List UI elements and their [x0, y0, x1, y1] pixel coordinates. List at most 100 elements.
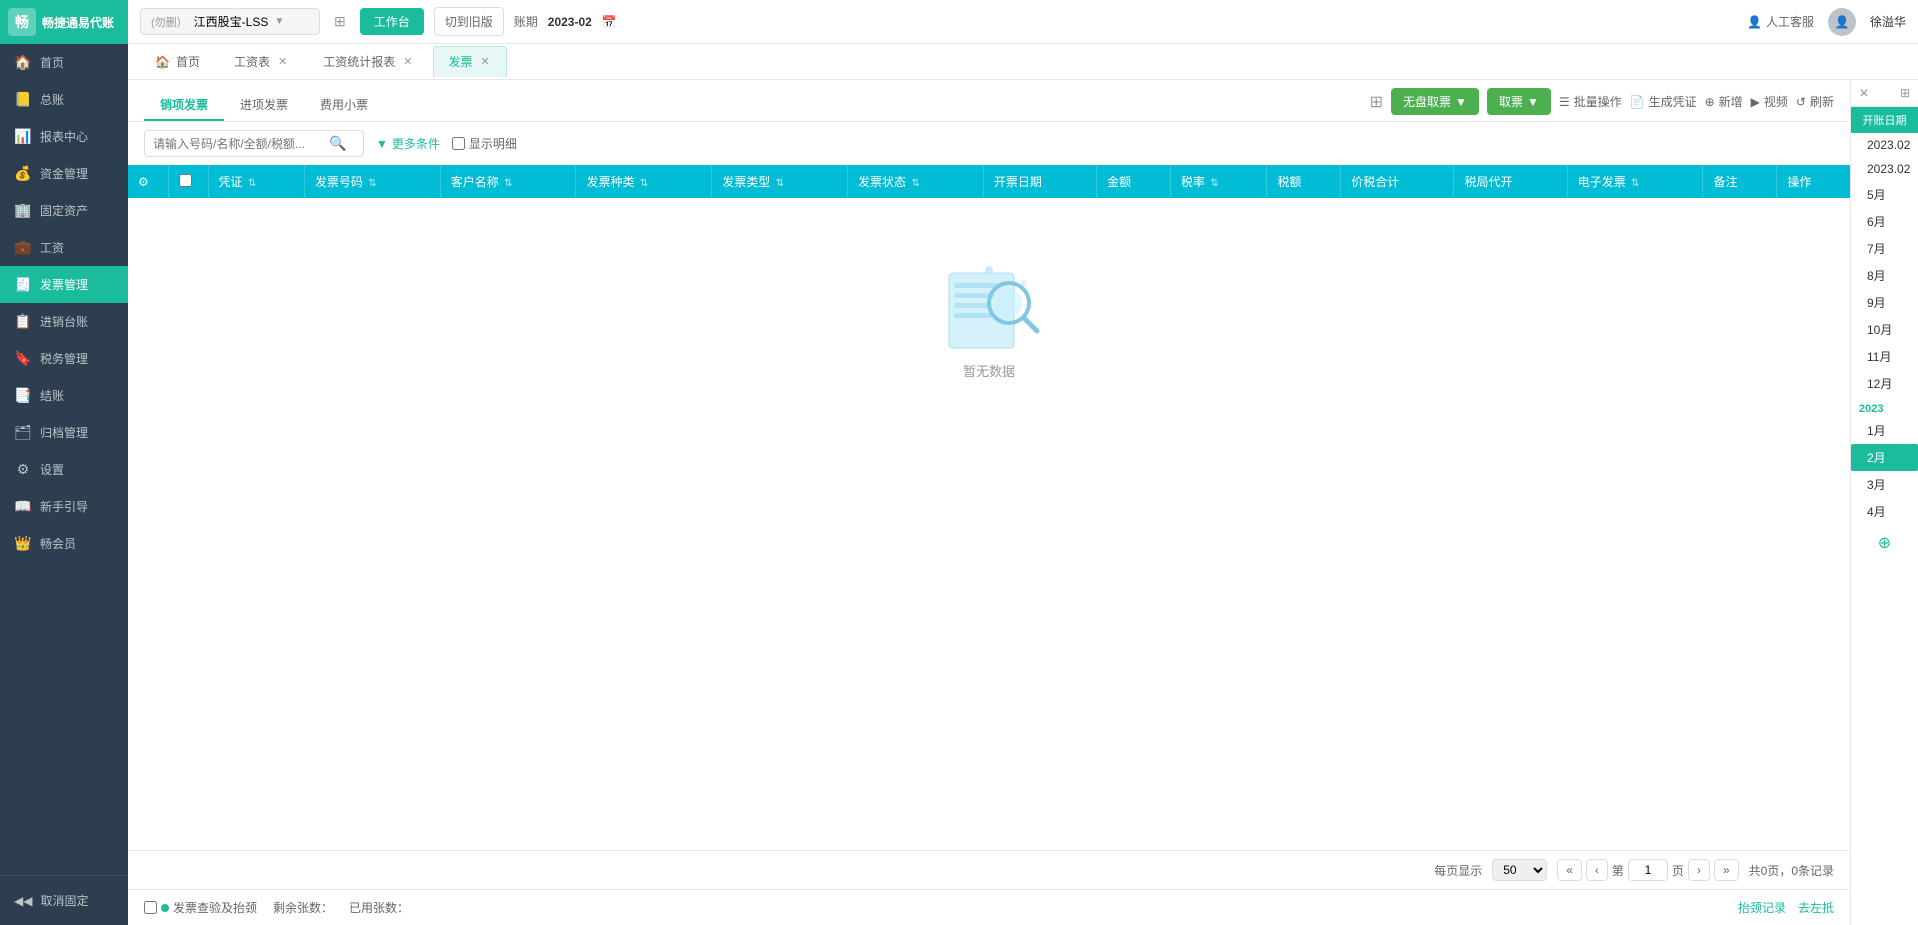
show-detail-input[interactable] — [452, 137, 465, 150]
sidebar-item-invoice-mgmt[interactable]: 🧾 发票管理 — [0, 266, 128, 303]
tab-invoice[interactable]: 发票 ✕ — [433, 46, 506, 77]
video-link[interactable]: ▶ 视频 — [1751, 93, 1788, 110]
date-item-10[interactable]: 10月 — [1851, 316, 1918, 343]
page-size-select[interactable]: 20 50 100 200 — [1492, 859, 1547, 881]
date-item-6[interactable]: 6月 — [1851, 208, 1918, 235]
date-item-2023-02[interactable]: 2023.02 — [1851, 157, 1918, 181]
invoice-no-sort-icon[interactable]: ⇅ — [368, 178, 376, 189]
date-item-2023-02-top[interactable]: 2023.02 — [1851, 133, 1918, 157]
sidebar-item-capital-label: 资金管理 — [40, 165, 88, 182]
period-calendar-icon[interactable]: 📅 — [602, 15, 617, 29]
th-tax-rate[interactable]: 税率 ⇅ — [1170, 165, 1266, 198]
company-selector[interactable]: (勿删） 江西股宝-LSS ▼ — [140, 8, 320, 35]
first-page-button[interactable]: « — [1557, 859, 1582, 881]
subtab-sales[interactable]: 销项发票 — [144, 90, 224, 121]
sidebar-item-home[interactable]: 🏠 首页 — [0, 44, 128, 81]
th-e-invoice[interactable]: 电子发票 ⇅ — [1567, 165, 1703, 198]
date-item-2023-2[interactable]: 2月 — [1851, 444, 1918, 471]
select-all-checkbox[interactable] — [179, 174, 192, 187]
sidebar-item-tax-mgmt[interactable]: 🔖 税务管理 — [0, 340, 128, 377]
gen-voucher-link[interactable]: 📄 生成凭证 — [1630, 93, 1697, 110]
filter-button[interactable]: ▼ 更多条件 — [376, 135, 440, 152]
subtab-expense[interactable]: 费用小票 — [304, 90, 384, 121]
verify-checkbox[interactable]: 发票查验及抬颈 — [144, 899, 257, 916]
invoice-type-sort-icon[interactable]: ⇅ — [640, 178, 648, 189]
date-item-7[interactable]: 7月 — [1851, 235, 1918, 262]
th-invoice-type[interactable]: 发票种类 ⇅ — [576, 165, 712, 198]
switch-version-button[interactable]: 切到旧版 — [434, 7, 504, 36]
sidebar-item-capital[interactable]: 💰 资金管理 — [0, 155, 128, 192]
grid-icon[interactable]: ⊞ — [1370, 92, 1383, 112]
date-panel-expand-icon[interactable]: ⊞ — [1900, 86, 1910, 100]
tab-home[interactable]: 🏠 首页 — [140, 46, 215, 77]
invoice-status-sort-icon[interactable]: ⇅ — [911, 178, 919, 189]
show-detail-checkbox[interactable]: 显示明细 — [452, 135, 517, 152]
date-item-12[interactable]: 12月 — [1851, 370, 1918, 397]
date-item-11[interactable]: 11月 — [1851, 343, 1918, 370]
sidebar-item-settings[interactable]: ⚙ 设置 — [0, 451, 128, 488]
amount-header-label: 金额 — [1107, 175, 1131, 189]
no-ticket-button[interactable]: 无盘取票 ▼ — [1391, 88, 1479, 115]
date-item-2023-3[interactable]: 3月 — [1851, 471, 1918, 498]
date-panel-close-icon[interactable]: ✕ — [1859, 86, 1869, 100]
sidebar-item-reports[interactable]: 📊 报表中心 — [0, 118, 128, 155]
prev-page-button[interactable]: ‹ — [1586, 859, 1608, 881]
tab-salary-stats[interactable]: 工资统计报表 ✕ — [308, 46, 429, 77]
date-item-2023-4[interactable]: 4月 — [1851, 498, 1918, 525]
customer-sort-icon[interactable]: ⇅ — [504, 178, 512, 189]
new-link[interactable]: ⊕ 新增 — [1705, 93, 1743, 110]
app-logo: 畅 畅捷通易代账 — [0, 0, 128, 44]
username[interactable]: 徐溢华 — [1870, 13, 1906, 30]
open-period-button[interactable]: 开账日期 — [1851, 107, 1918, 133]
collapse-fixed-btn[interactable]: ◀◀ 取消固定 — [0, 884, 128, 917]
date-item-8[interactable]: 8月 — [1851, 262, 1918, 289]
salary-table-close-icon[interactable]: ✕ — [276, 53, 289, 70]
copy-icon[interactable]: ⊞ — [330, 9, 350, 34]
th-invoice-status[interactable]: 发票状态 ⇅ — [848, 165, 984, 198]
search-icon[interactable]: 🔍 — [329, 135, 346, 152]
support-link[interactable]: 👤 人工客服 — [1747, 13, 1814, 30]
last-page-button[interactable]: » — [1714, 859, 1739, 881]
log-link[interactable]: 抬颈记录 — [1738, 899, 1786, 916]
ticket-button[interactable]: 取票 ▼ — [1487, 88, 1551, 115]
next-page-button[interactable]: › — [1688, 859, 1710, 881]
tab-salary-table[interactable]: 工资表 ✕ — [219, 46, 304, 77]
scroll-down-icon[interactable]: ⊕ — [1851, 525, 1918, 561]
tax-rate-sort-icon[interactable]: ⇅ — [1210, 178, 1218, 189]
invoice-close-icon[interactable]: ✕ — [478, 53, 491, 70]
show-detail-label: 显示明细 — [469, 135, 517, 152]
th-invoice-category[interactable]: 发票类型 ⇅ — [712, 165, 848, 198]
th-customer[interactable]: 客户名称 ⇅ — [440, 165, 576, 198]
subtab-expense-label: 费用小票 — [320, 98, 368, 112]
sidebar-item-sales-ledger[interactable]: 📋 进销台账 — [0, 303, 128, 340]
sidebar-item-ledger[interactable]: 📒 总账 — [0, 81, 128, 118]
batch-op-link[interactable]: ☰ 批量操作 — [1559, 93, 1622, 110]
th-invoice-no[interactable]: 发票号码 ⇅ — [304, 165, 440, 198]
sidebar-item-salary[interactable]: 💼 工资 — [0, 229, 128, 266]
subtab-purchase[interactable]: 进项发票 — [224, 90, 304, 121]
ticket-dropdown-icon: ▼ — [1527, 95, 1539, 109]
verify-check-input[interactable] — [144, 901, 157, 914]
date-item-5[interactable]: 5月 — [1851, 181, 1918, 208]
invoice-category-sort-icon[interactable]: ⇅ — [776, 178, 784, 189]
page-input[interactable] — [1628, 859, 1668, 881]
sidebar-item-fixed-assets[interactable]: 🏢 固定资产 — [0, 192, 128, 229]
salary-stats-close-icon[interactable]: ✕ — [401, 53, 414, 70]
e-invoice-sort-icon[interactable]: ⇅ — [1631, 178, 1639, 189]
sidebar-item-member[interactable]: 👑 畅会员 — [0, 525, 128, 562]
th-settings[interactable]: ⚙ — [128, 165, 168, 198]
date-item-2023-1[interactable]: 1月 — [1851, 417, 1918, 444]
sidebar-item-archive[interactable]: 🗂 归档管理 — [0, 414, 128, 451]
th-voucher[interactable]: 凭证 ⇅ — [208, 165, 304, 198]
table-settings-icon[interactable]: ⚙ — [138, 175, 149, 189]
date-item-9[interactable]: 9月 — [1851, 289, 1918, 316]
sidebar-item-settlement[interactable]: 📑 结账 — [0, 377, 128, 414]
workspace-button[interactable]: 工作台 — [360, 8, 424, 35]
th-checkbox[interactable] — [168, 165, 208, 198]
company-tag: (勿删） — [151, 14, 188, 30]
refresh-link[interactable]: ↺ 刷新 — [1796, 93, 1834, 110]
sidebar-item-guide[interactable]: 📖 新手引导 — [0, 488, 128, 525]
tax-link[interactable]: 去左抵 — [1798, 899, 1834, 916]
search-input[interactable] — [153, 137, 323, 151]
voucher-sort-icon[interactable]: ⇅ — [248, 178, 256, 189]
